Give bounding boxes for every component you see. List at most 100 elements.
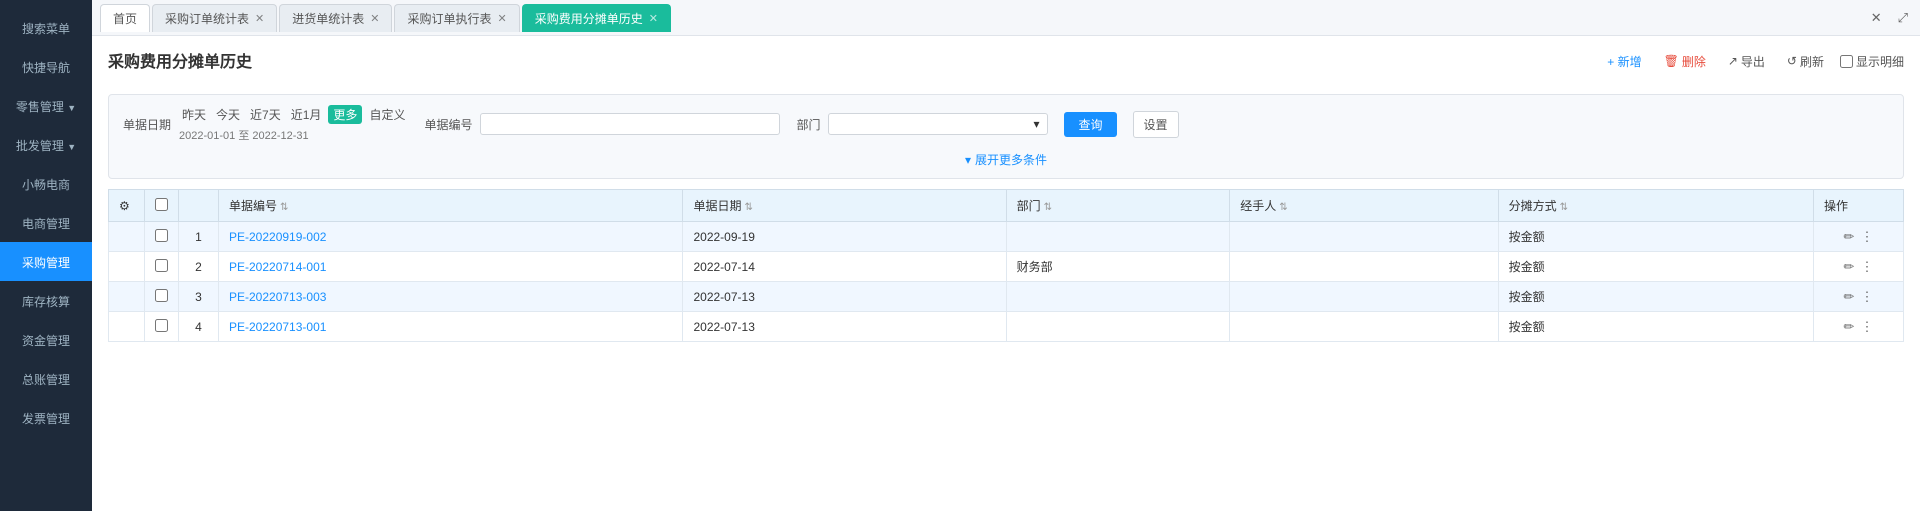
row-settings xyxy=(109,252,145,282)
row-check[interactable] xyxy=(145,252,179,282)
close-all-button[interactable]: ✕ xyxy=(1867,8,1886,28)
col-order-no: 单据编号⇅ xyxy=(219,190,683,222)
tab-purchase-exec[interactable]: 采购订单执行表 ✕ xyxy=(394,4,519,32)
table-row: 1 PE-20220919-002 2022-09-19 按金额 ✏ ⋮ xyxy=(109,222,1904,252)
tab-close-icon[interactable]: ✕ xyxy=(370,12,379,25)
row-checkbox[interactable] xyxy=(155,289,168,302)
dept-select[interactable]: ▾ xyxy=(828,113,1048,135)
row-handler xyxy=(1230,282,1498,312)
date-shortcut-更多[interactable]: 更多 xyxy=(328,105,362,124)
toolbar: + 新增 🗑 删除 ↗ 导出 ↺ 刷新 显示明细 xyxy=(1601,50,1904,73)
date-range: 2022-01-01 至 2022-12-31 xyxy=(179,127,408,143)
tab-close-icon[interactable]: ✕ xyxy=(498,12,507,25)
delete-icon: 🗑 xyxy=(1664,54,1679,68)
tab-home[interactable]: 首页 xyxy=(100,4,150,32)
more-icon[interactable]: ⋮ xyxy=(1860,289,1873,305)
header-row: ⚙ 单据编号⇅ 单据日期⇅ 部门⇅ 经手人⇅ xyxy=(109,190,1904,222)
row-checkbox[interactable] xyxy=(155,259,168,272)
col-handler: 经手人⇅ xyxy=(1230,190,1498,222)
col-order-date: 单据日期⇅ xyxy=(683,190,1006,222)
sidebar-item-search[interactable]: 搜索菜单 xyxy=(0,8,92,47)
delete-button[interactable]: 🗑 删除 xyxy=(1658,50,1712,73)
row-handler xyxy=(1230,252,1498,282)
row-split-method: 按金额 xyxy=(1498,222,1813,252)
row-check[interactable] xyxy=(145,282,179,312)
maximize-button[interactable]: ⤢ xyxy=(1894,8,1912,28)
refresh-button[interactable]: ↺ 刷新 xyxy=(1781,50,1830,73)
content-area: 采购费用分摊单历史 + 新增 🗑 删除 ↗ 导出 ↺ 刷新 显示明细 xyxy=(92,36,1920,511)
sidebar-item-invoice[interactable]: 发票管理 xyxy=(0,398,92,437)
date-shortcut-今天[interactable]: 今天 xyxy=(213,105,243,124)
row-order-date: 2022-07-13 xyxy=(683,312,1006,342)
select-all-checkbox[interactable] xyxy=(155,198,168,211)
order-no-input[interactable] xyxy=(480,113,780,135)
export-icon: ↗ xyxy=(1728,54,1738,68)
sort-icon-handler: ⇅ xyxy=(1279,202,1287,213)
row-order-date: 2022-09-19 xyxy=(683,222,1006,252)
edit-icon[interactable]: ✏ xyxy=(1844,319,1855,335)
dept-label: 部门 xyxy=(796,116,820,133)
sidebar-item-shortcut[interactable]: 快捷导航 xyxy=(0,47,92,86)
date-shortcut-近1月[interactable]: 近1月 xyxy=(288,105,325,124)
action-icons: ✏ ⋮ xyxy=(1824,259,1893,275)
date-shortcut-昨天[interactable]: 昨天 xyxy=(179,105,209,124)
sidebar-item-label: 快捷导航 xyxy=(4,59,88,76)
settings-button[interactable]: 设置 xyxy=(1133,111,1179,138)
display-detail-toggle[interactable]: 显示明细 xyxy=(1840,53,1904,70)
date-shortcut-自定义[interactable]: 自定义 xyxy=(366,105,408,124)
order-no-link[interactable]: PE-20220919-002 xyxy=(229,230,326,244)
row-check[interactable] xyxy=(145,312,179,342)
col-settings[interactable]: ⚙ xyxy=(109,190,145,222)
order-no-link[interactable]: PE-20220713-003 xyxy=(229,290,326,304)
tab-label: 采购订单执行表 xyxy=(407,10,491,27)
more-icon[interactable]: ⋮ xyxy=(1860,229,1873,245)
search-row: 单据日期 昨天今天近7天近1月更多自定义 2022-01-01 至 2022-1… xyxy=(123,105,1889,143)
more-icon[interactable]: ⋮ xyxy=(1860,259,1873,275)
sidebar-item-inventory[interactable]: 库存核算 xyxy=(0,281,92,320)
tab-inbound-summary[interactable]: 进货单统计表✕ xyxy=(279,4,392,32)
row-num: 1 xyxy=(179,222,219,252)
tab-purchase-cost[interactable]: 采购费用分摊单历史✕ xyxy=(522,4,671,32)
sidebar-item-purchase[interactable]: 采购管理 xyxy=(0,242,92,281)
sidebar-item-wholesale[interactable]: 批发管理 ▼ xyxy=(0,125,92,164)
row-dept xyxy=(1006,312,1230,342)
sidebar-item-label: 库存核算 xyxy=(4,293,88,310)
row-order-no: PE-20220713-001 xyxy=(219,312,683,342)
order-no-link[interactable]: PE-20220713-001 xyxy=(229,320,326,334)
sort-icon-date: ⇅ xyxy=(745,202,753,213)
sidebar-item-label: 发票管理 xyxy=(4,410,88,427)
row-dept: 财务部 xyxy=(1006,252,1230,282)
row-dept xyxy=(1006,222,1230,252)
sidebar-item-label: 批发管理 ▼ xyxy=(4,137,88,154)
sidebar-item-finance[interactable]: 资金管理 xyxy=(0,320,92,359)
row-actions: ✏ ⋮ xyxy=(1814,222,1904,252)
col-num xyxy=(179,190,219,222)
tab-close-icon[interactable]: ✕ xyxy=(255,12,264,25)
tab-label: 首页 xyxy=(113,10,137,27)
date-shortcut-近7天[interactable]: 近7天 xyxy=(247,105,284,124)
expand-more-button[interactable]: ▾ 展开更多条件 xyxy=(123,151,1889,168)
edit-icon[interactable]: ✏ xyxy=(1844,259,1855,275)
display-detail-checkbox[interactable] xyxy=(1840,55,1853,68)
edit-icon[interactable]: ✏ xyxy=(1844,289,1855,305)
row-dept xyxy=(1006,282,1230,312)
row-num: 3 xyxy=(179,282,219,312)
tab-purchase-summary[interactable]: 采购订单统计表✕ xyxy=(152,4,277,32)
more-icon[interactable]: ⋮ xyxy=(1860,319,1873,335)
sidebar-item-ledger[interactable]: 总账管理 xyxy=(0,359,92,398)
add-button[interactable]: + 新增 xyxy=(1601,50,1647,73)
order-no-link[interactable]: PE-20220714-001 xyxy=(229,260,326,274)
sidebar-item-ecommerce[interactable]: 电商管理 xyxy=(0,203,92,242)
edit-icon[interactable]: ✏ xyxy=(1844,229,1855,245)
search-button[interactable]: 查询 xyxy=(1064,112,1116,137)
tab-close-icon[interactable]: ✕ xyxy=(649,12,658,25)
sidebar-item-retail[interactable]: 零售管理 ▼ xyxy=(0,86,92,125)
row-checkbox[interactable] xyxy=(155,319,168,332)
row-actions: ✏ ⋮ xyxy=(1814,282,1904,312)
export-button[interactable]: ↗ 导出 xyxy=(1722,50,1771,73)
row-checkbox[interactable] xyxy=(155,229,168,242)
data-table: ⚙ 单据编号⇅ 单据日期⇅ 部门⇅ 经手人⇅ xyxy=(108,189,1904,342)
sidebar-item-mobile[interactable]: 小畅电商 xyxy=(0,164,92,203)
row-check[interactable] xyxy=(145,222,179,252)
sidebar-item-label: 零售管理 ▼ xyxy=(4,98,88,115)
